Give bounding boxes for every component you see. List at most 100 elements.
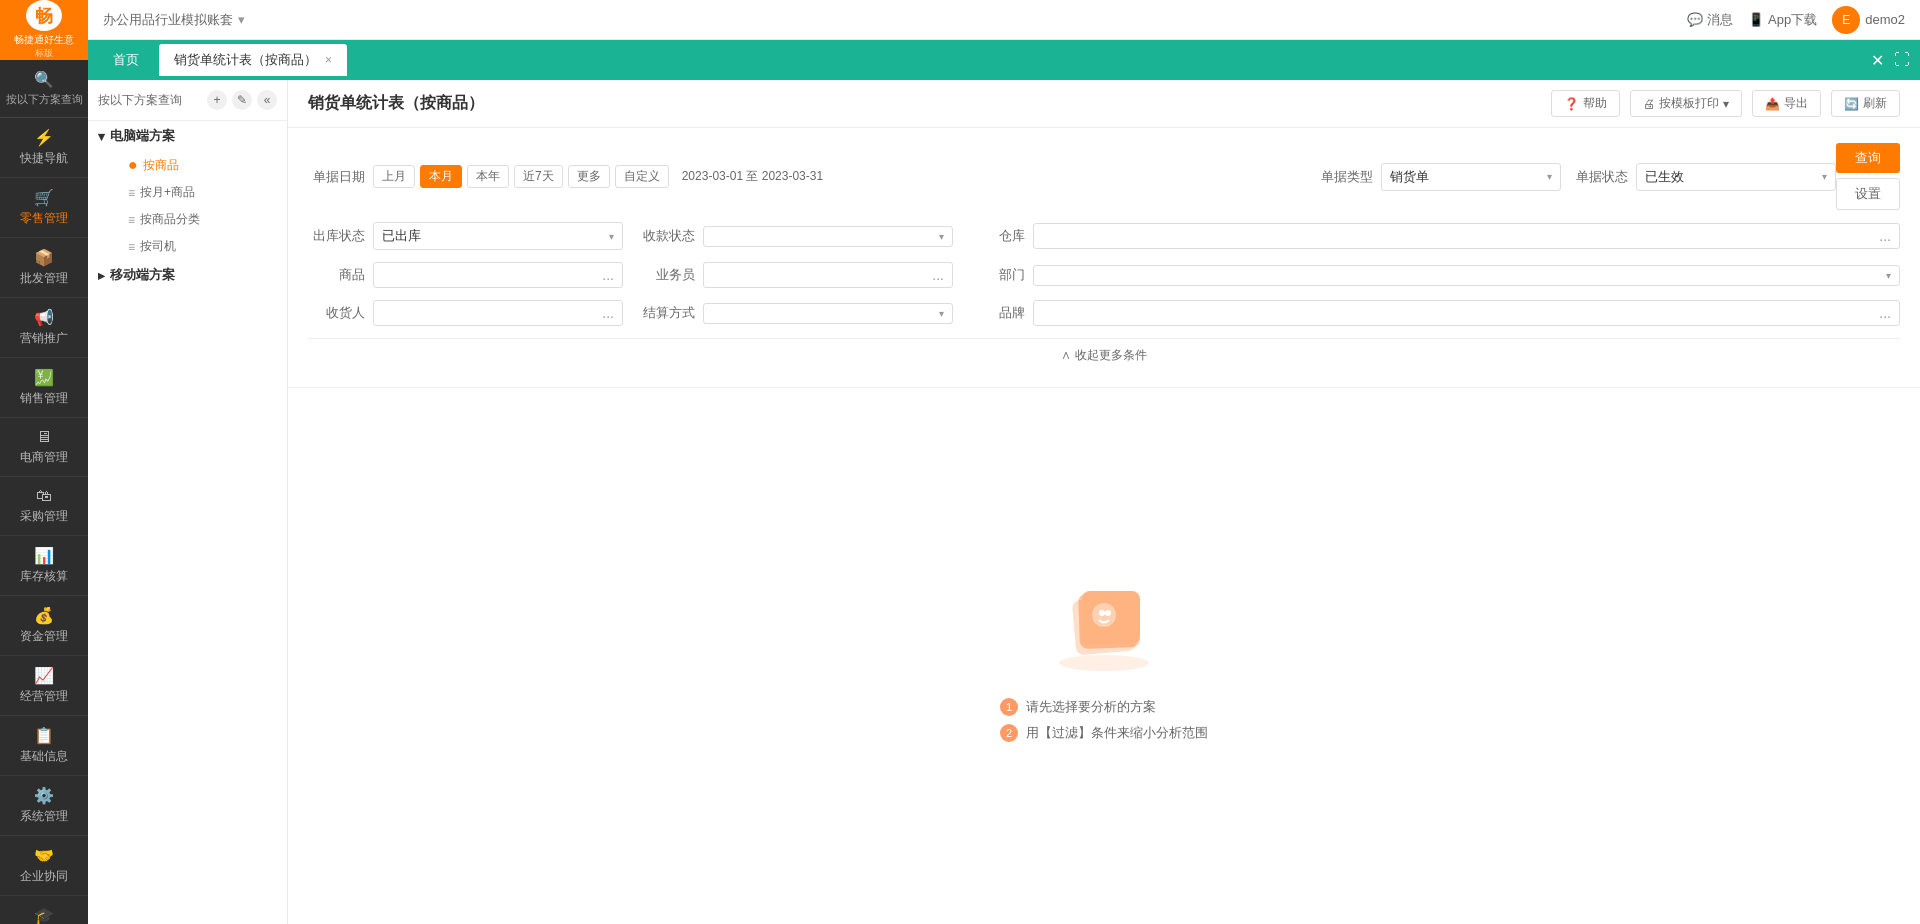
page-header: 销货单统计表（按商品） ❓ 帮助 🖨 按模板打印 ▾ 📤 导出 xyxy=(288,80,1920,128)
sidebar-item-kucun[interactable]: 📊 库存核算 xyxy=(0,536,88,596)
export-btn[interactable]: 📤 导出 xyxy=(1752,90,1821,117)
collapse-more-btn[interactable]: ∧ 收起更多条件 xyxy=(308,338,1900,372)
receiver-input[interactable]: ... xyxy=(373,300,623,326)
message-label: 消息 xyxy=(1707,11,1733,29)
add-icon: + xyxy=(213,93,220,107)
date-custom-btn[interactable]: 自定义 xyxy=(615,165,669,188)
message-btn[interactable]: 💬 消息 xyxy=(1687,11,1733,29)
settings-btn[interactable]: 设置 xyxy=(1836,178,1900,210)
app-download-btn[interactable]: 📱 App下载 xyxy=(1748,11,1817,29)
empty-step-1: 1 请先选择要分析的方案 xyxy=(1000,698,1208,716)
tree-group-mobile-label: 移动端方案 xyxy=(110,266,175,284)
sidebar-item-dianshang[interactable]: 🖥 电商管理 xyxy=(0,418,88,477)
goods-dots-icon[interactable]: ... xyxy=(602,267,614,283)
sidebar-item-pifa[interactable]: 📦 批发管理 xyxy=(0,238,88,298)
tab-minimize-icon[interactable]: ✕ xyxy=(1871,51,1884,70)
warehouse-label: 仓库 xyxy=(968,227,1033,245)
doc-type-value: 销货单 xyxy=(1390,168,1429,186)
brand-input[interactable]: ... xyxy=(1033,300,1900,326)
tree-group-desktop-label: 电脑端方案 xyxy=(110,127,175,145)
payment-status-select[interactable]: ▾ xyxy=(703,226,953,247)
sidebar-logo[interactable]: 畅 畅捷通好生意 标版 xyxy=(0,0,88,60)
payment-method-select[interactable]: ▾ xyxy=(703,303,953,324)
doc-type-select[interactable]: 销货单 ▾ xyxy=(1381,163,1561,191)
tree-item-by-driver[interactable]: ≡ 按司机 xyxy=(103,233,287,260)
step-2-num: 2 xyxy=(1000,724,1018,742)
tree-item-by-month-goods[interactable]: ≡ 按月+商品 xyxy=(103,179,287,206)
sidebar-item-jichu[interactable]: 📋 基础信息 xyxy=(0,716,88,776)
sidebar-item-yingxiao[interactable]: 📢 营销推广 xyxy=(0,298,88,358)
sidebar-item-zijin[interactable]: 💰 资金管理 xyxy=(0,596,88,656)
sidebar-item-caigou[interactable]: 🛍 采购管理 xyxy=(0,477,88,536)
tab-home-label: 首页 xyxy=(113,51,139,69)
main-area: 办公用品行业模拟账套 ▾ 💬 消息 📱 App下载 E demo2 首页 销货单… xyxy=(88,0,1920,924)
doc-status-select[interactable]: 已生效 ▾ xyxy=(1636,163,1836,191)
sidebar-item-xinshou[interactable]: 🎓 新手引导 xyxy=(0,896,88,924)
out-status-select[interactable]: 已出库 ▾ xyxy=(373,222,623,250)
qiye-icon: 🤝 xyxy=(5,846,83,865)
date-control: 上月 本月 本年 近7天 更多 自定义 2023-03-01 至 2023-03… xyxy=(373,165,1316,188)
warehouse-dots-icon[interactable]: ... xyxy=(1879,228,1891,244)
tree-item-by-goods[interactable]: ● 按商品 xyxy=(103,151,287,179)
collapse-panel-btn[interactable]: « xyxy=(257,90,277,110)
filter-row-4: 收货人 ... 结算方式 ▾ 品牌 ... xyxy=(308,300,1900,326)
department-select[interactable]: ▾ xyxy=(1033,265,1900,286)
tree-group-desktop[interactable]: ▾ 电脑端方案 xyxy=(88,121,287,151)
date-this-year-btn[interactable]: 本年 xyxy=(467,165,509,188)
tree-item-category-label: 按商品分类 xyxy=(140,211,200,228)
sidebar-item-xiaoshou[interactable]: 💹 销售管理 xyxy=(0,358,88,418)
step-1-text: 请先选择要分析的方案 xyxy=(1026,698,1156,716)
doc-status-value: 已生效 xyxy=(1645,168,1684,186)
add-scheme-btn[interactable]: + xyxy=(207,90,227,110)
date-label: 单据日期 xyxy=(308,168,373,186)
brand-dots-icon[interactable]: ... xyxy=(1879,305,1891,321)
filter-row-2: 出库状态 已出库 ▾ 收款状态 ▾ 仓库 .. xyxy=(308,222,1900,250)
department-label: 部门 xyxy=(968,266,1033,284)
tab-expand-icon[interactable]: ⛶ xyxy=(1894,51,1910,70)
tree-group-mobile[interactable]: ▸ 移动端方案 xyxy=(88,260,287,290)
export-label: 导出 xyxy=(1784,95,1808,112)
month-goods-icon: ≡ xyxy=(128,186,135,200)
sidebar-item-qiye[interactable]: 🤝 企业协同 xyxy=(0,836,88,896)
tab-active[interactable]: 销货单统计表（按商品） × xyxy=(159,44,347,76)
xitong-icon: ⚙️ xyxy=(5,786,83,805)
tree-item-by-category[interactable]: ≡ 按商品分类 xyxy=(103,206,287,233)
help-btn[interactable]: ❓ 帮助 xyxy=(1551,90,1620,117)
sidebar-item-kuaijie[interactable]: ⚡ 快捷导航 xyxy=(0,118,88,178)
doc-type-dropdown-icon: ▾ xyxy=(1547,171,1552,182)
salesman-dots-icon[interactable]: ... xyxy=(932,267,944,283)
date-last7-btn[interactable]: 近7天 xyxy=(514,165,563,188)
jichu-icon: 📋 xyxy=(5,726,83,745)
yingxiao-icon: 📢 xyxy=(5,308,83,327)
date-last-month-btn[interactable]: 上月 xyxy=(373,165,415,188)
goods-input[interactable]: ... xyxy=(373,262,623,288)
top-bar: 办公用品行业模拟账套 ▾ 💬 消息 📱 App下载 E demo2 xyxy=(88,0,1920,40)
doc-status-dropdown-icon: ▾ xyxy=(1822,171,1827,182)
receiver-dots-icon[interactable]: ... xyxy=(602,305,614,321)
tab-home[interactable]: 首页 xyxy=(98,40,154,80)
sidebar-search[interactable]: 🔍 按以下方案查询 xyxy=(0,60,88,118)
category-icon: ≡ xyxy=(128,213,135,227)
date-this-month-btn[interactable]: 本月 xyxy=(420,165,462,188)
dropdown-icon[interactable]: ▾ xyxy=(238,12,245,27)
sidebar-item-jingying[interactable]: 📈 经营管理 xyxy=(0,656,88,716)
print-btn[interactable]: 🖨 按模板打印 ▾ xyxy=(1630,90,1742,117)
salesman-label: 业务员 xyxy=(638,266,703,284)
caigou-icon: 🛍 xyxy=(5,487,83,505)
tree-item-month-goods-label: 按月+商品 xyxy=(140,184,195,201)
sidebar-item-xitong[interactable]: ⚙️ 系统管理 xyxy=(0,776,88,836)
tree-toggle-mobile-icon: ▸ xyxy=(98,268,105,283)
warehouse-input[interactable]: ... xyxy=(1033,223,1900,249)
date-range-text: 2023-03-01 至 2023-03-31 xyxy=(682,168,823,185)
empty-state: 1 请先选择要分析的方案 2 用【过滤】条件来缩小分析范围 xyxy=(288,388,1920,924)
app-download-label: App下载 xyxy=(1768,11,1817,29)
tab-close-icon[interactable]: × xyxy=(325,53,332,67)
edit-scheme-btn[interactable]: ✎ xyxy=(232,90,252,110)
date-more-btn[interactable]: 更多 xyxy=(568,165,610,188)
active-dot: ● xyxy=(128,156,138,174)
query-btn[interactable]: 查询 xyxy=(1836,143,1900,173)
sidebar-item-lingshou[interactable]: 🛒 零售管理 xyxy=(0,178,88,238)
refresh-btn[interactable]: 🔄 刷新 xyxy=(1831,90,1900,117)
user-info[interactable]: E demo2 xyxy=(1832,6,1905,34)
salesman-input[interactable]: ... xyxy=(703,262,953,288)
